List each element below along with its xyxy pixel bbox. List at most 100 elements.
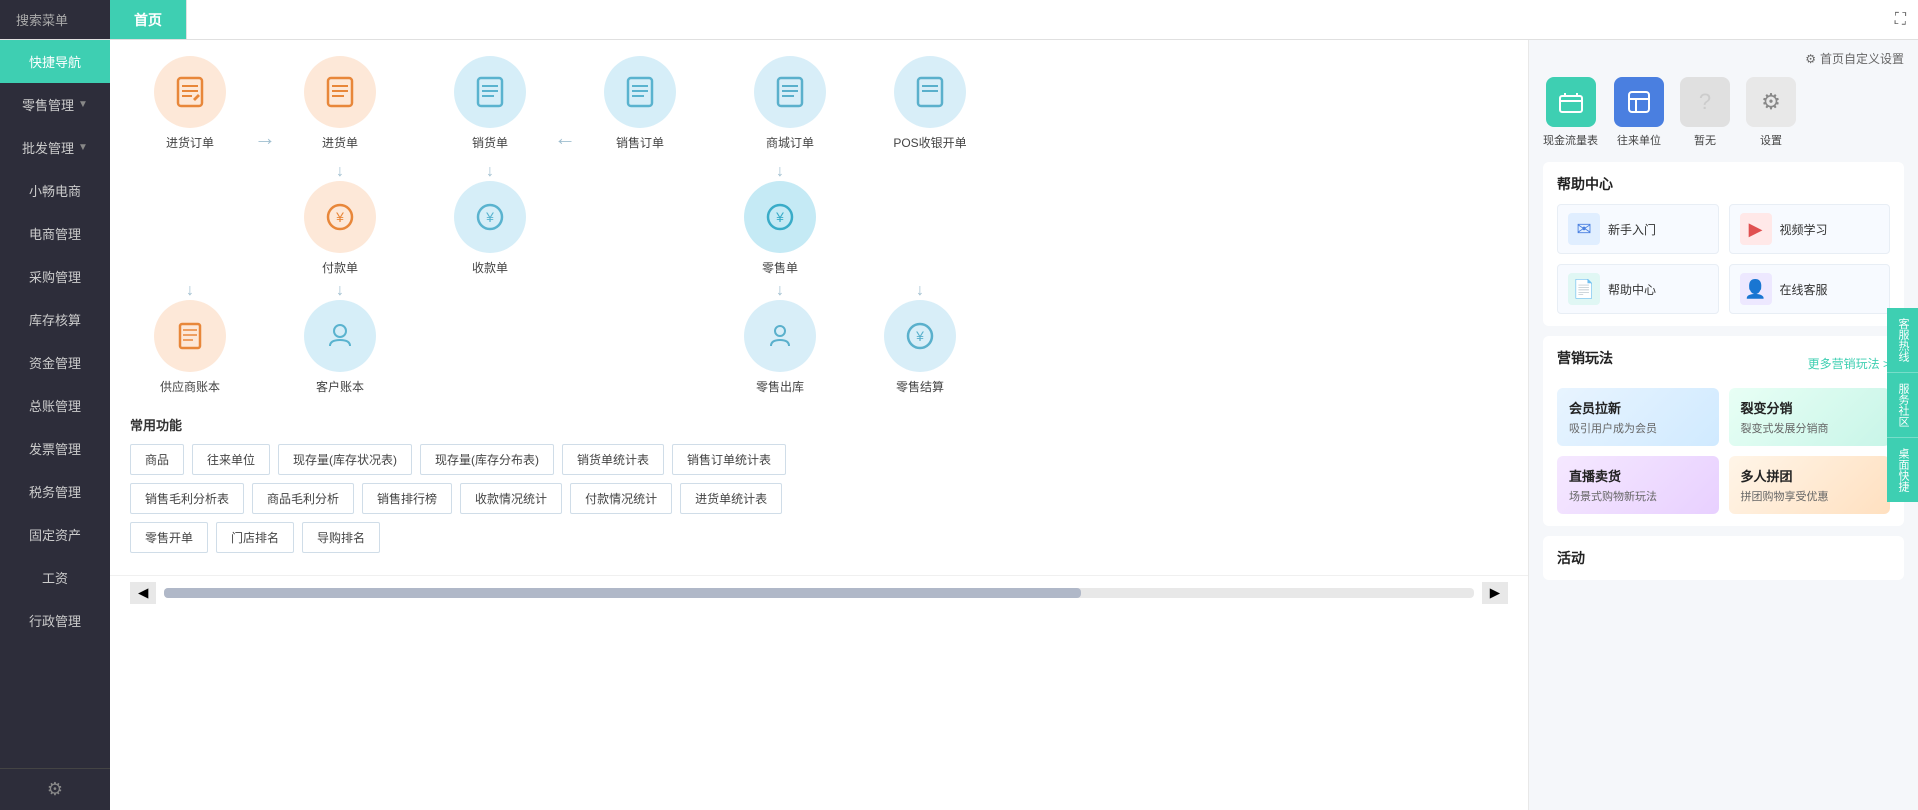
- help-center-card: 帮助中心 ✉ 新手入门 ▶ 视频学习 📄 帮助中心 👤 在线客服: [1543, 162, 1904, 326]
- help-center-title: 帮助中心: [1557, 174, 1890, 194]
- chevron-down-icon: ▼: [78, 142, 88, 153]
- sidebar-item-quicknav[interactable]: 快捷导航: [0, 40, 110, 83]
- float-service-community[interactable]: 服务社区: [1887, 372, 1918, 437]
- svg-text:¥: ¥: [335, 209, 344, 225]
- purchase-order-label: 进货订单: [166, 134, 214, 151]
- sidebar-item-purchase[interactable]: 采购管理: [0, 255, 110, 298]
- sidebar-item-invoice[interactable]: 发票管理: [0, 427, 110, 470]
- sidebar-item-label: 总账管理: [29, 396, 81, 415]
- sidebar-item-assets[interactable]: 固定资产: [0, 513, 110, 556]
- homepage-customize[interactable]: ⚙ 首页自定义设置: [1805, 50, 1904, 67]
- marketing-header: 营销玩法 更多营销玩法 >: [1557, 348, 1890, 378]
- search-menu[interactable]: 搜索菜单: [0, 0, 110, 39]
- sidebar-item-ledger[interactable]: 总账管理: [0, 384, 110, 427]
- sidebar-item-tax[interactable]: 税务管理: [0, 470, 110, 513]
- func-sales-stats[interactable]: 销货单统计表: [562, 444, 664, 475]
- none-icon-box: ?: [1680, 77, 1730, 127]
- fission-title: 裂变分销: [1741, 398, 1879, 417]
- scroll-right-button[interactable]: ▶: [1482, 582, 1508, 604]
- marketing-live[interactable]: 直播卖货 场景式购物新玩法: [1557, 456, 1719, 514]
- func-guide-rank[interactable]: 导购排名: [302, 522, 380, 553]
- live-desc: 场景式购物新玩法: [1569, 488, 1707, 504]
- help-grid: ✉ 新手入门 ▶ 视频学习 📄 帮助中心 👤 在线客服: [1557, 204, 1890, 314]
- sidebar-settings[interactable]: ⚙: [0, 768, 110, 810]
- sidebar-item-salary[interactable]: 工资: [0, 556, 110, 599]
- help-online[interactable]: 👤 在线客服: [1729, 264, 1891, 314]
- quicknav-none[interactable]: ? 暂无: [1680, 77, 1730, 148]
- func-goods[interactable]: 商品: [130, 444, 184, 475]
- supplier-account-label: 供应商账本: [160, 378, 220, 395]
- svg-text:¥: ¥: [775, 209, 784, 225]
- settings-label: 设置: [1760, 132, 1782, 148]
- node-pos[interactable]: POS收银开单: [870, 56, 990, 151]
- sidebar-item-ecommerce-small[interactable]: 小畅电商: [0, 169, 110, 212]
- activity-title: 活动: [1557, 548, 1890, 568]
- marketing-group[interactable]: 多人拼团 拼团购物享受优惠: [1729, 456, 1891, 514]
- func-receipt-stats[interactable]: 收款情况统计: [460, 483, 562, 514]
- sidebar-item-admin[interactable]: 行政管理: [0, 599, 110, 642]
- sales-label: 销货单: [472, 134, 508, 151]
- float-service-hotline[interactable]: 客服热线: [1887, 308, 1918, 372]
- quicknav-icons: 现金流量表 往来单位 ? 暂无 ⚙ 设置: [1543, 77, 1904, 148]
- receipt-label: 收款单: [472, 259, 508, 276]
- node-sales-order[interactable]: 销售订单: [580, 56, 700, 151]
- help-beginner[interactable]: ✉ 新手入门: [1557, 204, 1719, 254]
- svg-text:¥: ¥: [915, 328, 924, 344]
- scroll-thumb: [164, 588, 1081, 598]
- beginner-icon: ✉: [1568, 213, 1600, 245]
- marketing-member[interactable]: 会员拉新 吸引用户成为会员: [1557, 388, 1719, 446]
- node-sales[interactable]: 销货单: [430, 56, 550, 151]
- func-goods-profit[interactable]: 商品毛利分析: [252, 483, 354, 514]
- func-order-stats[interactable]: 销售订单统计表: [672, 444, 786, 475]
- node-purchase-order[interactable]: 进货订单: [130, 56, 250, 151]
- sales-order-icon: [604, 56, 676, 128]
- scroll-track[interactable]: [164, 588, 1474, 598]
- sidebar-item-retail[interactable]: 零售管理 ▼: [0, 83, 110, 126]
- func-stock-status[interactable]: 现存量(库存状况表): [278, 444, 412, 475]
- home-tab-label: 首页: [134, 10, 162, 30]
- quicknav-settings[interactable]: ⚙ 设置: [1746, 77, 1796, 148]
- cashflow-label: 现金流量表: [1543, 132, 1598, 148]
- quicknav-cashflow[interactable]: 现金流量表: [1543, 77, 1598, 148]
- node-mall-order[interactable]: 商城订单: [730, 56, 850, 151]
- func-purchase-stats[interactable]: 进货单统计表: [680, 483, 782, 514]
- help-center-link[interactable]: 📄 帮助中心: [1557, 264, 1719, 314]
- sales-order-label: 销售订单: [616, 134, 664, 151]
- sidebar-item-wholesale[interactable]: 批发管理 ▼: [0, 126, 110, 169]
- scroll-left-button[interactable]: ◀: [130, 582, 156, 604]
- home-tab[interactable]: 首页: [110, 0, 187, 39]
- sidebar-item-ecommerce-mgmt[interactable]: 电商管理: [0, 212, 110, 255]
- help-video[interactable]: ▶ 视频学习: [1729, 204, 1891, 254]
- marketing-fission[interactable]: 裂变分销 裂变式发展分销商: [1729, 388, 1891, 446]
- more-marketing-link[interactable]: 更多营销玩法 >: [1808, 355, 1890, 372]
- retail-label: 零售单: [762, 259, 798, 276]
- marketing-card: 营销玩法 更多营销玩法 > 会员拉新 吸引用户成为会员 裂变分销 裂变式发展分销…: [1543, 336, 1904, 526]
- func-stock-dist[interactable]: 现存量(库存分布表): [420, 444, 554, 475]
- purchase-label: 进货单: [322, 134, 358, 151]
- func-retail-order[interactable]: 零售开单: [130, 522, 208, 553]
- cashflow-icon-box: [1546, 77, 1596, 127]
- func-sales-rank[interactable]: 销售排行榜: [362, 483, 452, 514]
- mall-order-icon: [754, 56, 826, 128]
- sidebar-item-inventory[interactable]: 库存核算: [0, 298, 110, 341]
- expand-button[interactable]: ⛶: [1895, 0, 1918, 39]
- func-store-rank[interactable]: 门店排名: [216, 522, 294, 553]
- func-gross-profit[interactable]: 销售毛利分析表: [130, 483, 244, 514]
- sidebar-item-label: 税务管理: [29, 482, 81, 501]
- sidebar-item-finance[interactable]: 资金管理: [0, 341, 110, 384]
- sidebar-item-label: 快捷导航: [29, 52, 81, 71]
- fission-desc: 裂变式发展分销商: [1741, 420, 1879, 436]
- settings-icon[interactable]: ⚙: [47, 779, 63, 800]
- node-purchase[interactable]: 进货单: [280, 56, 400, 151]
- receipt-icon: ¥: [454, 181, 526, 253]
- video-icon: ▶: [1740, 213, 1772, 245]
- live-title: 直播卖货: [1569, 466, 1707, 485]
- func-payment-stats[interactable]: 付款情况统计: [570, 483, 672, 514]
- float-desktop-shortcut[interactable]: 桌面快捷: [1887, 437, 1918, 502]
- retail-settlement-label: 零售结算: [896, 378, 944, 395]
- beginner-label: 新手入门: [1608, 221, 1656, 238]
- chevron-down-icon: ▼: [78, 99, 88, 110]
- sidebar-item-label: 发票管理: [29, 439, 81, 458]
- func-partners[interactable]: 往来单位: [192, 444, 270, 475]
- quicknav-partners[interactable]: 往来单位: [1614, 77, 1664, 148]
